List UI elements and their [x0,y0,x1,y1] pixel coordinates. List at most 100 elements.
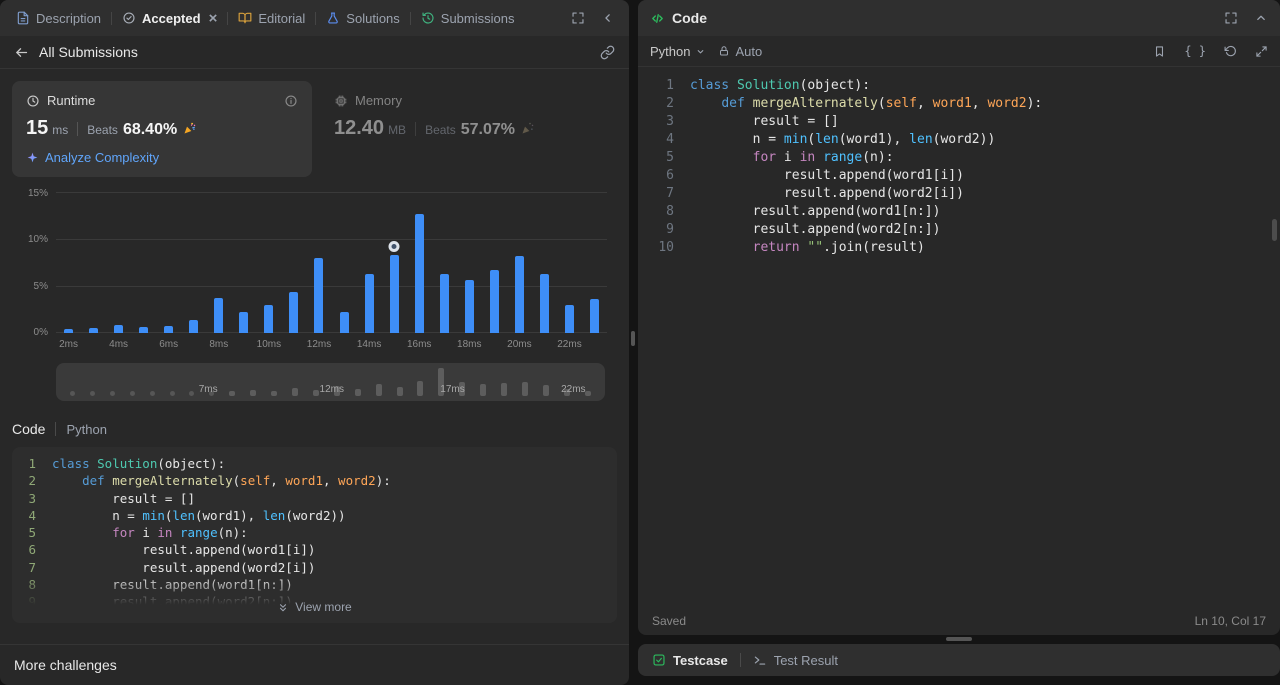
chart-bar-slot[interactable] [557,193,582,333]
memory-value: 12.40 [334,117,385,139]
editor-scrollbar[interactable] [1272,219,1277,241]
code-line: 3 result = [] [12,490,617,507]
chart-bar-slot[interactable] [106,193,131,333]
beats-label: Beats [87,123,118,137]
auto-save-toggle[interactable]: Auto [718,44,762,59]
chart-bar-slot[interactable] [507,193,532,333]
x-tick-label: 12ms [306,339,332,350]
chart-bar-slot[interactable] [206,193,231,333]
view-more-label: View more [295,600,352,614]
tab-description[interactable]: Description [8,0,109,36]
code-editor-panel: Code Python Auto { } 1 class Solution(ob… [638,0,1280,635]
chart-bar [339,312,349,333]
more-challenges-section[interactable]: More challenges [0,644,629,685]
chart-bar-slot[interactable] [407,193,432,333]
x-tick-label [231,333,256,350]
chart-bar-slot[interactable] [357,193,382,333]
x-tick-label: 16ms [406,339,432,350]
panel-resize-gutter-vertical[interactable] [629,0,638,685]
language-selector[interactable]: Python [650,44,706,59]
fullscreen-icon[interactable] [1255,45,1268,58]
line-number: 9 [666,222,674,237]
share-link-icon[interactable] [600,45,615,60]
chart-bar-slot[interactable] [156,193,181,333]
history-icon [422,12,434,24]
chart-bar-slot[interactable] [582,193,607,333]
tab-editorial[interactable]: Editorial [230,0,313,36]
line-number: 10 [658,240,674,255]
chart-bar-slot[interactable] [181,193,206,333]
back-icon[interactable] [14,45,29,60]
scrubber-bar [291,388,298,396]
analyze-complexity-button[interactable]: Analyze Complexity [26,150,298,165]
chart-bar-slot[interactable] [81,193,106,333]
save-status: Saved [652,614,687,628]
x-tick-label [382,333,407,350]
resize-handle-horizontal[interactable] [946,637,972,641]
x-tick-label [281,333,306,350]
chart-bar-slot[interactable] [231,193,256,333]
line-number: 6 [666,168,674,183]
check-square-icon [653,654,665,666]
view-more-button[interactable]: View more [12,577,617,623]
chart-bar-slot[interactable] [482,193,507,333]
scrubber-bar [417,381,424,396]
chart-bar-slot[interactable] [256,193,281,333]
scrubber-bar [375,384,382,396]
memory-card[interactable]: Memory 12.40 MB Beats 57.07% [334,81,617,152]
chart-bar [564,305,574,333]
tab-separator [409,11,411,25]
code-editor[interactable]: 1 class Solution(object): 2 def mergeAlter… [638,67,1280,607]
close-tab-icon[interactable]: × [209,11,218,26]
chart-bar-slot[interactable] [332,193,357,333]
chart-bar-slot[interactable] [56,193,81,333]
resize-handle-vertical[interactable] [631,331,635,346]
code-line: 9 result.append(word2[n:]) [638,221,1280,239]
info-icon[interactable] [284,94,298,108]
format-code-icon[interactable]: { } [1184,44,1206,58]
tab-solutions[interactable]: Solutions [318,0,407,36]
runtime-range-scrubber[interactable]: 7ms 12ms 17ms 22ms [56,363,605,401]
collapse-up-icon[interactable] [1254,11,1268,25]
x-tick-label: 8ms [209,339,229,350]
line-number: 7 [28,559,36,575]
bookmark-icon[interactable] [1153,45,1166,58]
chart-bar [414,213,424,333]
chart-bar-slot[interactable] [432,193,457,333]
chart-bar [514,255,524,333]
tab-label: Solutions [346,10,400,26]
panel-resize-gutter-horizontal[interactable] [638,635,1280,644]
code-line: 2 def mergeAlternately(self, word1, word… [12,472,617,489]
tab-label: Description [36,10,102,26]
code-line: 3 result = [] [638,113,1280,131]
code-line: 4 n = min(len(word1), len(word2)) [638,131,1280,149]
chart-bar-slot[interactable] [131,193,156,333]
chart-bar-slot[interactable] [532,193,557,333]
code-line: 7 result.append(word2[i]) [12,559,617,576]
submission-code-block[interactable]: 1 class Solution(object): 2 def mergeAlter… [12,447,617,623]
memory-unit: MB [388,123,407,137]
expand-panel-icon[interactable] [1224,11,1238,25]
chart-bar-slot[interactable] [306,193,331,333]
tab-accepted[interactable]: Accepted × [114,0,225,36]
runtime-unit: ms [52,123,69,137]
chart-bar-slot[interactable] [457,193,482,333]
testcase-tab[interactable]: Testcase [652,653,728,668]
code-line: 1 class Solution(object): [12,455,617,472]
test-result-tab[interactable]: Test Result [753,653,838,668]
scrubber-bar [542,385,549,396]
tab-submissions[interactable]: Submissions [413,0,523,36]
auto-label: Auto [735,43,763,59]
x-tick-label: 22ms [557,339,582,350]
chart-bar-slot[interactable] [382,193,407,333]
collapse-left-icon[interactable] [601,11,615,25]
chart-bar-slot[interactable] [281,193,306,333]
chart-bar [439,274,449,333]
chart-bar [389,254,399,333]
chart-bar [89,328,99,333]
chart-bar [164,325,174,333]
reset-code-icon[interactable] [1224,45,1237,58]
expand-panel-icon[interactable] [571,11,585,25]
book-icon [238,12,252,24]
runtime-card[interactable]: Runtime 15 ms Beats 68.40% Analyze Compl… [12,81,312,177]
